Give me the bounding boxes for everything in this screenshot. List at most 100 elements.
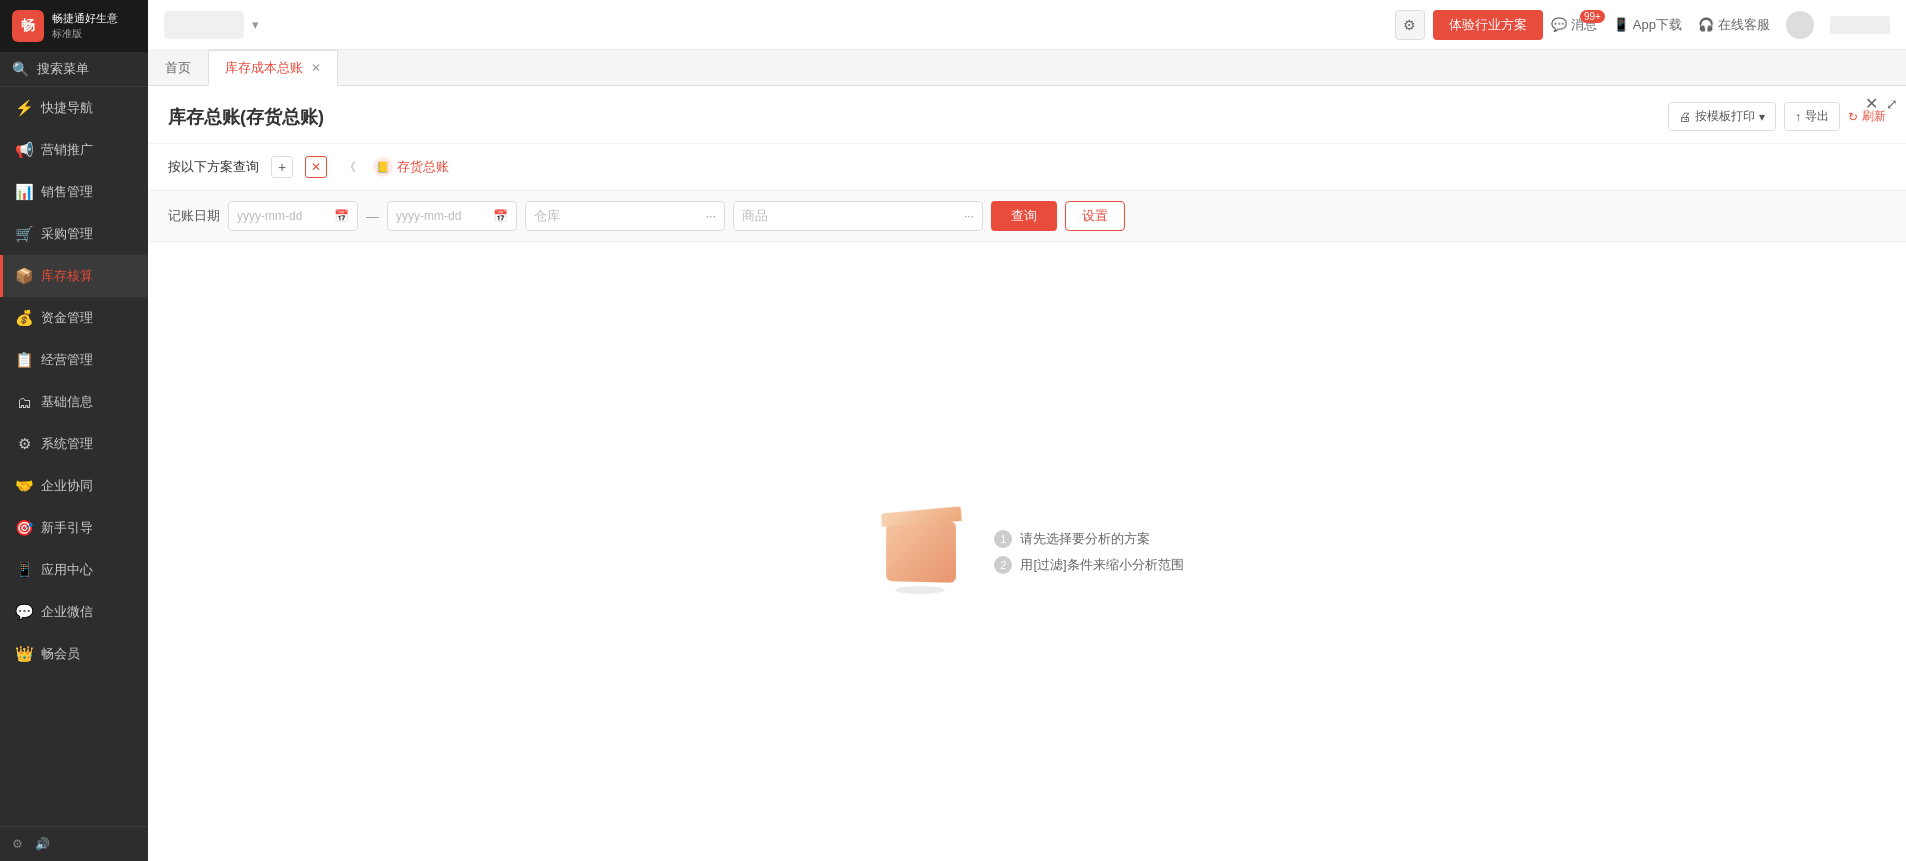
filter-inputs-row: 记账日期 yyyy-mm-dd 📅 — yyyy-mm-dd 📅 仓库 ··· … bbox=[148, 191, 1906, 242]
empty-tip-2: 2 用[过滤]条件来缩小分析范围 bbox=[994, 556, 1183, 574]
empty-illustration bbox=[870, 502, 970, 602]
page-title: 库存总账(存货总账) bbox=[168, 105, 324, 129]
empty-state: 1 请先选择要分析的方案 2 用[过滤]条件来缩小分析范围 bbox=[148, 242, 1906, 861]
calendar-start-icon: 📅 bbox=[334, 209, 349, 223]
search-icon: 🔍 bbox=[12, 61, 29, 77]
sidebar-item-purchase[interactable]: 🛒 采购管理 bbox=[0, 213, 148, 255]
settings-icon: ⚙ bbox=[1403, 17, 1416, 33]
content-area: ✕ ⤢ 库存总账(存货总账) 🖨 按模板打印 ▾ ↑ 导出 ↻ 刷新 bbox=[148, 86, 1906, 861]
filter-add-button[interactable]: + bbox=[271, 156, 293, 178]
sales-icon: 📊 bbox=[15, 183, 33, 201]
sidebar-item-apps[interactable]: 📱 应用中心 bbox=[0, 549, 148, 591]
scheme-option-icon: 📒 bbox=[373, 157, 393, 177]
refresh-icon: ↻ bbox=[1848, 110, 1858, 124]
sidebar: 畅 畅捷通好生意 标准版 🔍 搜索菜单 ⚡ 快捷导航 📢 营销推广 📊 销售管理… bbox=[0, 0, 148, 861]
purchase-icon: 🛒 bbox=[15, 225, 33, 243]
sidebar-item-member[interactable]: 👑 畅会员 bbox=[0, 633, 148, 675]
export-button[interactable]: ↑ 导出 bbox=[1784, 102, 1840, 131]
topbar-right: 💬 消息 99+ 📱 App下载 🎧 在线客服 bbox=[1551, 11, 1890, 39]
footer-audio-btn[interactable]: 🔊 bbox=[35, 837, 50, 851]
tip-number-2: 2 bbox=[994, 556, 1012, 574]
app-logo-icon: 畅 bbox=[12, 10, 44, 42]
online-service-button[interactable]: 🎧 在线客服 bbox=[1698, 16, 1770, 34]
calendar-end-icon: 📅 bbox=[493, 209, 508, 223]
message-button[interactable]: 💬 消息 99+ bbox=[1551, 16, 1597, 34]
warehouse-input[interactable]: 仓库 ··· bbox=[525, 201, 725, 231]
inventory-icon: 📦 bbox=[15, 267, 33, 285]
print-dropdown-icon: ▾ bbox=[1759, 110, 1765, 124]
print-button[interactable]: 🖨 按模板打印 ▾ bbox=[1668, 102, 1776, 131]
sidebar-item-weixin[interactable]: 💬 企业微信 bbox=[0, 591, 148, 633]
empty-tips: 1 请先选择要分析的方案 2 用[过滤]条件来缩小分析范围 bbox=[994, 530, 1183, 574]
basic-icon: 🗂 bbox=[15, 394, 33, 411]
industry-solution-button[interactable]: 体验行业方案 bbox=[1433, 10, 1543, 40]
tab-bar: 首页 库存成本总账 ✕ bbox=[148, 50, 1906, 86]
sidebar-item-marketing[interactable]: 📢 营销推广 bbox=[0, 129, 148, 171]
empty-shadow bbox=[895, 586, 945, 594]
empty-box-graphic bbox=[887, 521, 957, 583]
query-button[interactable]: 查询 bbox=[991, 201, 1057, 231]
sidebar-item-newbie[interactable]: 🎯 新手引导 bbox=[0, 507, 148, 549]
tab-inventory-ledger[interactable]: 库存成本总账 ✕ bbox=[208, 50, 338, 86]
goods-input[interactable]: 商品 ··· bbox=[733, 201, 983, 231]
sidebar-item-capital[interactable]: 💰 资金管理 bbox=[0, 297, 148, 339]
warehouse-more-icon: ··· bbox=[706, 209, 716, 223]
tab-home[interactable]: 首页 bbox=[148, 49, 208, 85]
panel-resize-button[interactable]: ⤢ bbox=[1886, 96, 1898, 112]
operation-icon: 📋 bbox=[15, 351, 33, 369]
marketing-icon: 📢 bbox=[15, 141, 33, 159]
newbie-icon: 🎯 bbox=[15, 519, 33, 537]
sidebar-item-quick-nav[interactable]: ⚡ 快捷导航 bbox=[0, 87, 148, 129]
breadcrumb-placeholder bbox=[164, 11, 244, 39]
sidebar-item-basic[interactable]: 🗂 基础信息 bbox=[0, 381, 148, 423]
headset-icon: 🎧 bbox=[1698, 17, 1714, 32]
filter-scheme-option[interactable]: 📒 存货总账 bbox=[373, 157, 449, 177]
date-start-input[interactable]: yyyy-mm-dd 📅 bbox=[228, 201, 358, 231]
sidebar-item-sales[interactable]: 📊 销售管理 bbox=[0, 171, 148, 213]
settings-small-button[interactable]: 设置 bbox=[1065, 201, 1125, 231]
sidebar-logo: 畅 畅捷通好生意 标准版 bbox=[0, 0, 148, 52]
date-end-input[interactable]: yyyy-mm-dd 📅 bbox=[387, 201, 517, 231]
goods-more-icon: ··· bbox=[964, 209, 974, 223]
footer-settings-btn[interactable]: ⚙ bbox=[12, 837, 23, 851]
sidebar-item-inventory[interactable]: 📦 库存核算 bbox=[0, 255, 148, 297]
tab-close-button[interactable]: ✕ bbox=[311, 61, 321, 75]
topbar-breadcrumb: ▾ bbox=[164, 11, 1387, 39]
sidebar-item-system[interactable]: ⚙ 系统管理 bbox=[0, 423, 148, 465]
export-icon: ↑ bbox=[1795, 110, 1801, 124]
sidebar-item-cooperation[interactable]: 🤝 企业协同 bbox=[0, 465, 148, 507]
username-display bbox=[1830, 16, 1890, 34]
page-header: 库存总账(存货总账) 🖨 按模板打印 ▾ ↑ 导出 ↻ 刷新 bbox=[148, 86, 1906, 144]
topbar-settings-button[interactable]: ⚙ bbox=[1395, 10, 1425, 40]
filter-collapse-button[interactable]: ✕ bbox=[305, 156, 327, 178]
message-badge: 99+ bbox=[1580, 10, 1605, 23]
avatar bbox=[1786, 11, 1814, 39]
breadcrumb-arrow: ▾ bbox=[252, 17, 259, 32]
sidebar-footer: ⚙ 🔊 bbox=[0, 826, 148, 861]
system-icon: ⚙ bbox=[15, 435, 33, 453]
message-icon: 💬 bbox=[1551, 17, 1567, 32]
capital-icon: 💰 bbox=[15, 309, 33, 327]
apps-icon: 📱 bbox=[15, 561, 33, 579]
tip-number-1: 1 bbox=[994, 530, 1012, 548]
print-icon: 🖨 bbox=[1679, 110, 1691, 124]
cooperation-icon: 🤝 bbox=[15, 477, 33, 495]
panel-controls: ✕ ⤢ bbox=[1865, 94, 1898, 113]
weixin-icon: 💬 bbox=[15, 603, 33, 621]
page-actions: 🖨 按模板打印 ▾ ↑ 导出 ↻ 刷新 bbox=[1668, 102, 1886, 131]
app-logo-text: 畅捷通好生意 标准版 bbox=[52, 11, 118, 40]
panel-close-button[interactable]: ✕ bbox=[1865, 94, 1878, 113]
filter-scheme-label: 按以下方案查询 bbox=[168, 158, 259, 176]
sidebar-search[interactable]: 🔍 搜索菜单 bbox=[0, 52, 148, 87]
phone-icon: 📱 bbox=[1613, 17, 1629, 32]
sidebar-item-operation[interactable]: 📋 经营管理 bbox=[0, 339, 148, 381]
date-field-label: 记账日期 bbox=[168, 207, 220, 225]
date-separator: — bbox=[366, 209, 379, 224]
filter-arrow-button[interactable]: 《 bbox=[339, 156, 361, 178]
member-icon: 👑 bbox=[15, 645, 33, 663]
main-area: ▾ ⚙ 体验行业方案 💬 消息 99+ 📱 App下载 🎧 在线客服 bbox=[148, 0, 1906, 861]
sidebar-menu: ⚡ 快捷导航 📢 营销推广 📊 销售管理 🛒 采购管理 📦 库存核算 💰 资金管… bbox=[0, 87, 148, 826]
quick-nav-icon: ⚡ bbox=[15, 99, 33, 117]
topbar: ▾ ⚙ 体验行业方案 💬 消息 99+ 📱 App下载 🎧 在线客服 bbox=[148, 0, 1906, 50]
app-download-button[interactable]: 📱 App下载 bbox=[1613, 16, 1682, 34]
